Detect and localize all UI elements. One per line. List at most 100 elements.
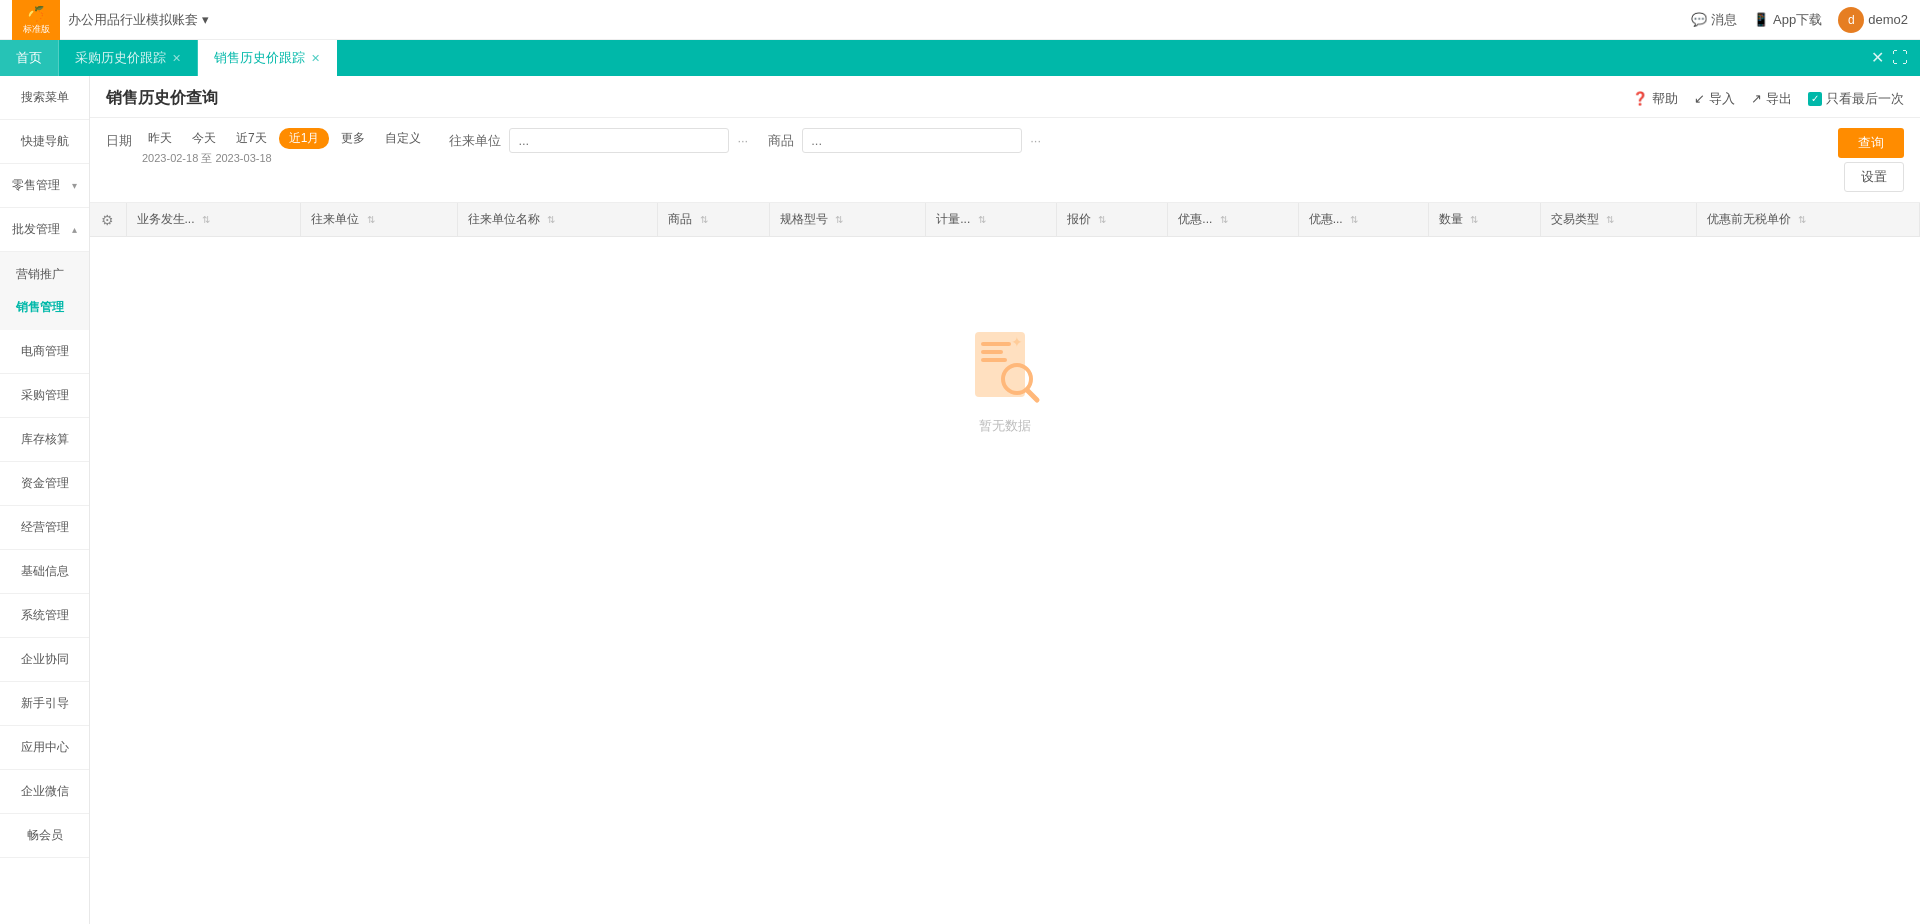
th-qty[interactable]: 数量 ⇅ [1428, 203, 1540, 237]
goods-search-icon[interactable]: ··· [1030, 133, 1041, 148]
query-button[interactable]: 查询 [1838, 128, 1904, 158]
search-label: 搜索菜单 [21, 89, 69, 106]
th-qty-label: 数量 [1439, 212, 1463, 226]
topbar-left: 🍊 标准版 办公用品行业模拟账套 ▾ [12, 0, 209, 40]
date-btn-today[interactable]: 今天 [184, 128, 224, 149]
th-discount1[interactable]: 优惠... ⇅ [1168, 203, 1298, 237]
sidebar-item-system[interactable]: 系统管理 [0, 594, 89, 638]
guide-label: 新手引导 [21, 695, 69, 712]
th-settings: ⚙ [90, 203, 126, 237]
tab-purchase-history[interactable]: 采购历史价跟踪 ✕ [59, 40, 198, 76]
settings-button[interactable]: 设置 [1844, 162, 1904, 192]
th-discount1-label: 优惠... [1178, 212, 1212, 226]
app-center-label: 应用中心 [21, 739, 69, 756]
svg-text:✦: ✦ [1011, 334, 1023, 350]
sidebar-item-purchase[interactable]: 采购管理 [0, 374, 89, 418]
app-selector[interactable]: 办公用品行业模拟账套 ▾ [68, 11, 209, 29]
th-price[interactable]: 报价 ⇅ [1056, 203, 1168, 237]
th-unit-label: 计量... [936, 212, 970, 226]
help-label: 帮助 [1652, 90, 1678, 108]
goods-filter-field: 商品 ··· [768, 128, 1041, 153]
tab-home[interactable]: 首页 [0, 40, 59, 76]
partner-input[interactable] [509, 128, 729, 153]
th-partner-code[interactable]: 往来单位 ⇅ [301, 203, 457, 237]
th-spec-label: 规格型号 [780, 212, 828, 226]
home-tab-label: 首页 [16, 49, 42, 67]
purchase-label: 采购管理 [21, 387, 69, 404]
sidebar-item-search[interactable]: 搜索菜单 [0, 76, 89, 120]
app-download-button[interactable]: 📱 App下载 [1753, 11, 1822, 29]
sidebar-item-sales-mgmt[interactable]: 销售管理 [0, 291, 89, 324]
sidebar-item-operations[interactable]: 经营管理 [0, 506, 89, 550]
th-unit[interactable]: 计量... ⇅ [926, 203, 1056, 237]
date-btn-custom[interactable]: 自定义 [377, 128, 429, 149]
table-container: ⚙ 业务发生... ⇅ 往来单位 ⇅ 往来单位名称 ⇅ [90, 203, 1920, 924]
goods-input[interactable] [802, 128, 1022, 153]
date-btn-yesterday[interactable]: 昨天 [140, 128, 180, 149]
import-icon: ↙ [1694, 91, 1705, 106]
sidebar-item-retail[interactable]: 零售管理 ▾ [0, 164, 89, 208]
th-partner-name[interactable]: 往来单位名称 ⇅ [457, 203, 658, 237]
page-title: 销售历史价查询 [106, 88, 218, 109]
inventory-label: 库存核算 [21, 431, 69, 448]
partner-search-icon[interactable]: ··· [737, 133, 748, 148]
sidebar-item-quick-nav[interactable]: 快捷导航 [0, 120, 89, 164]
export-button[interactable]: ↗ 导出 [1751, 90, 1792, 108]
sidebar-item-base-info[interactable]: 基础信息 [0, 550, 89, 594]
close-sales-history-icon[interactable]: ✕ [311, 52, 320, 65]
finance-label: 资金管理 [21, 475, 69, 492]
sidebar-item-enterprise[interactable]: 企业协同 [0, 638, 89, 682]
th-pre-tax-price[interactable]: 优惠前无税单价 ⇅ [1697, 203, 1920, 237]
date-btn-more[interactable]: 更多 [333, 128, 373, 149]
sort-arrows-pre-tax-price: ⇅ [1798, 214, 1806, 225]
sidebar-item-member[interactable]: 畅会员 [0, 814, 89, 858]
sidebar-item-app-center[interactable]: 应用中心 [0, 726, 89, 770]
topbar: 🍊 标准版 办公用品行业模拟账套 ▾ 💬 消息 📱 App下载 d demo2 [0, 0, 1920, 40]
th-discount2[interactable]: 优惠... ⇅ [1298, 203, 1428, 237]
system-label: 系统管理 [21, 607, 69, 624]
sidebar-item-wechat[interactable]: 企业微信 [0, 770, 89, 814]
user-menu[interactable]: d demo2 [1838, 7, 1908, 33]
sort-arrows-discount2: ⇅ [1350, 214, 1358, 225]
sort-arrows-biz-date: ⇅ [202, 214, 210, 225]
filter-bar: 日期 昨天 今天 近7天 近1月 更多 自定义 2023-02-18 至 202… [90, 118, 1920, 203]
th-pre-tax-price-label: 优惠前无税单价 [1707, 212, 1791, 226]
date-label: 日期 [106, 128, 132, 150]
th-trade-type[interactable]: 交易类型 ⇅ [1540, 203, 1696, 237]
sort-arrows-partner-code: ⇅ [367, 214, 375, 225]
empty-text: 暂无数据 [979, 417, 1031, 435]
th-biz-date[interactable]: 业务发生... ⇅ [126, 203, 301, 237]
th-goods-label: 商品 [668, 212, 692, 226]
tabbar-actions: ✕ ⛶ [1871, 50, 1920, 66]
sidebar-item-wholesale[interactable]: 批发管理 ▴ [0, 208, 89, 252]
th-goods[interactable]: 商品 ⇅ [658, 203, 770, 237]
import-button[interactable]: ↙ 导入 [1694, 90, 1735, 108]
sidebar-item-marketing[interactable]: 营销推广 [0, 258, 89, 291]
marketing-label: 营销推广 [16, 266, 64, 283]
column-settings-icon[interactable]: ⚙ [101, 212, 114, 228]
sales-mgmt-label: 销售管理 [16, 299, 64, 316]
logo[interactable]: 🍊 标准版 [12, 0, 60, 40]
sidebar-item-guide[interactable]: 新手引导 [0, 682, 89, 726]
date-btn-1month[interactable]: 近1月 [279, 128, 330, 149]
sidebar-item-finance[interactable]: 资金管理 [0, 462, 89, 506]
sort-arrows-qty: ⇅ [1470, 214, 1478, 225]
sort-arrows-discount1: ⇅ [1220, 214, 1228, 225]
sidebar-item-inventory[interactable]: 库存核算 [0, 418, 89, 462]
close-purchase-history-icon[interactable]: ✕ [172, 52, 181, 65]
maximize-icon[interactable]: ⛶ [1892, 50, 1908, 66]
date-btn-7days[interactable]: 近7天 [228, 128, 275, 149]
close-all-tabs-icon[interactable]: ✕ [1871, 50, 1884, 66]
ecommerce-label: 电商管理 [21, 343, 69, 360]
tab-sales-history[interactable]: 销售历史价跟踪 ✕ [198, 40, 337, 76]
app-download-label: App下载 [1773, 11, 1822, 29]
message-button[interactable]: 💬 消息 [1691, 11, 1737, 29]
svg-rect-2 [981, 350, 1003, 354]
sidebar-item-ecommerce[interactable]: 电商管理 [0, 330, 89, 374]
help-button[interactable]: ❓ 帮助 [1632, 90, 1678, 108]
th-spec[interactable]: 规格型号 ⇅ [769, 203, 925, 237]
purchase-history-tab-label: 采购历史价跟踪 [75, 49, 166, 67]
only-last-checkbox[interactable]: ✓ 只看最后一次 [1808, 90, 1904, 108]
th-partner-code-label: 往来单位 [311, 212, 359, 226]
svg-rect-1 [981, 342, 1011, 346]
